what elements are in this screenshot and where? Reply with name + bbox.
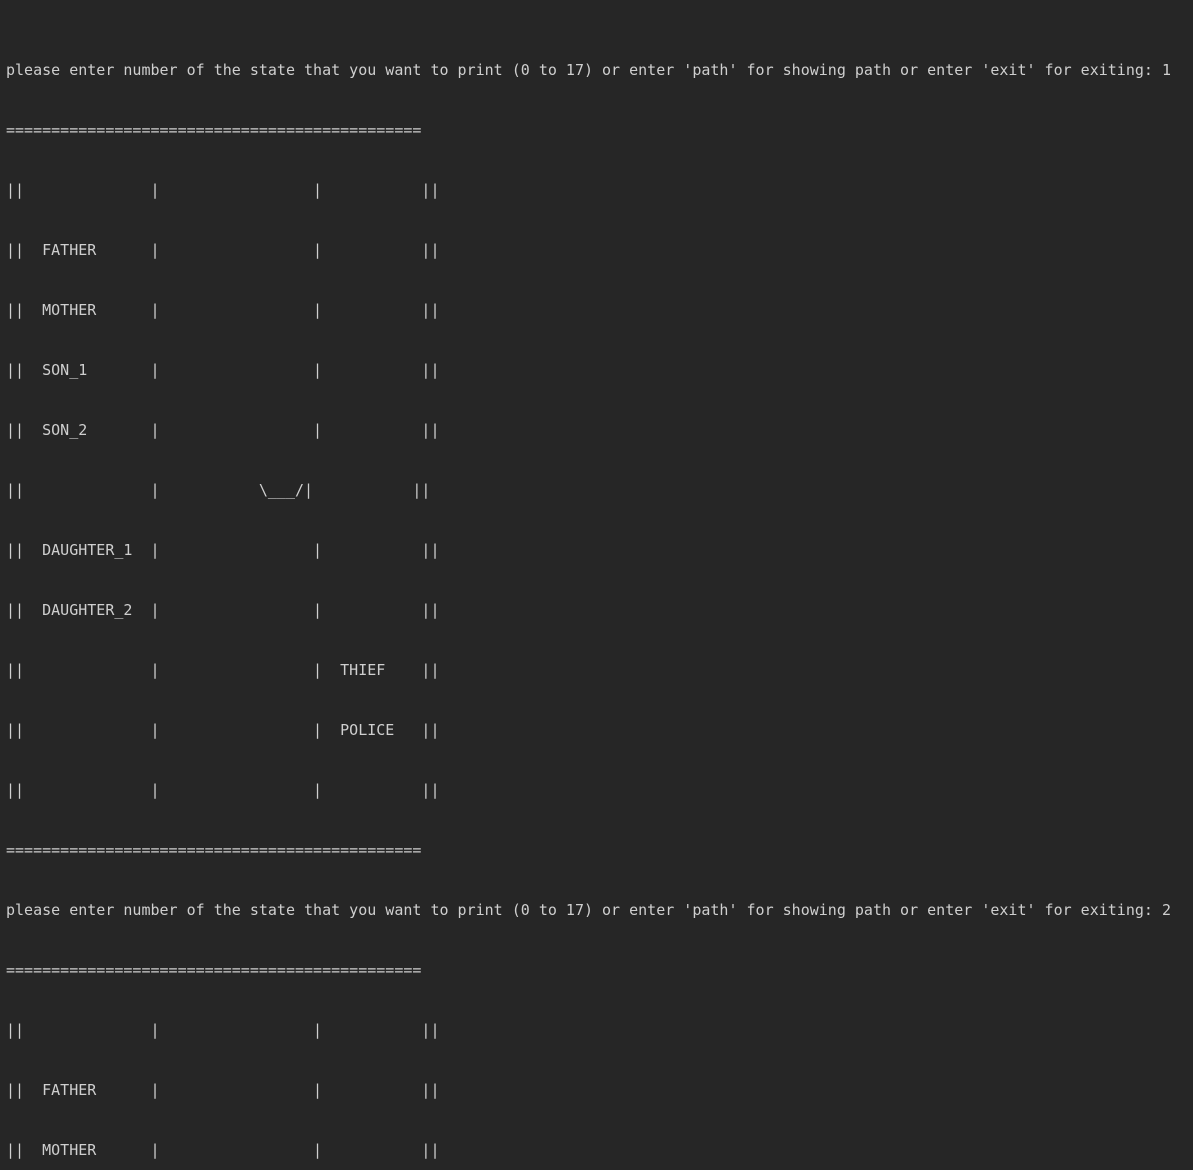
terminal-line-diagram: || | | || [6,1021,440,1039]
terminal-line-separator: ========================================… [6,121,422,139]
terminal-line-diagram: || FATHER | | || [6,1081,440,1099]
terminal-line-separator: ========================================… [6,961,422,979]
terminal-line-diagram-boat: || | \___/| || [6,481,431,499]
terminal-line-diagram: || | | POLICE || [6,721,440,739]
terminal-line-prompt-2: please enter number of the state that yo… [6,901,1171,919]
terminal-line-diagram: || MOTHER | | || [6,1141,440,1159]
terminal-line-diagram: || DAUGHTER_2 | | || [6,601,440,619]
terminal-line-diagram: || | | || [6,781,440,799]
terminal-line-diagram: || FATHER | | || [6,241,440,259]
terminal-line-separator: ========================================… [6,841,422,859]
terminal-line-diagram: || SON_1 | | || [6,361,440,379]
terminal-line-diagram: || | | || [6,181,440,199]
terminal-line-diagram: || MOTHER | | || [6,301,440,319]
terminal-window[interactable]: please enter number of the state that yo… [0,0,1193,1159]
terminal-line-diagram: || SON_2 | | || [6,421,440,439]
terminal-line-diagram: || | | THIEF || [6,661,440,679]
terminal-line-diagram: || DAUGHTER_1 | | || [6,541,440,559]
terminal-line-prompt-1: please enter number of the state that yo… [6,61,1171,79]
